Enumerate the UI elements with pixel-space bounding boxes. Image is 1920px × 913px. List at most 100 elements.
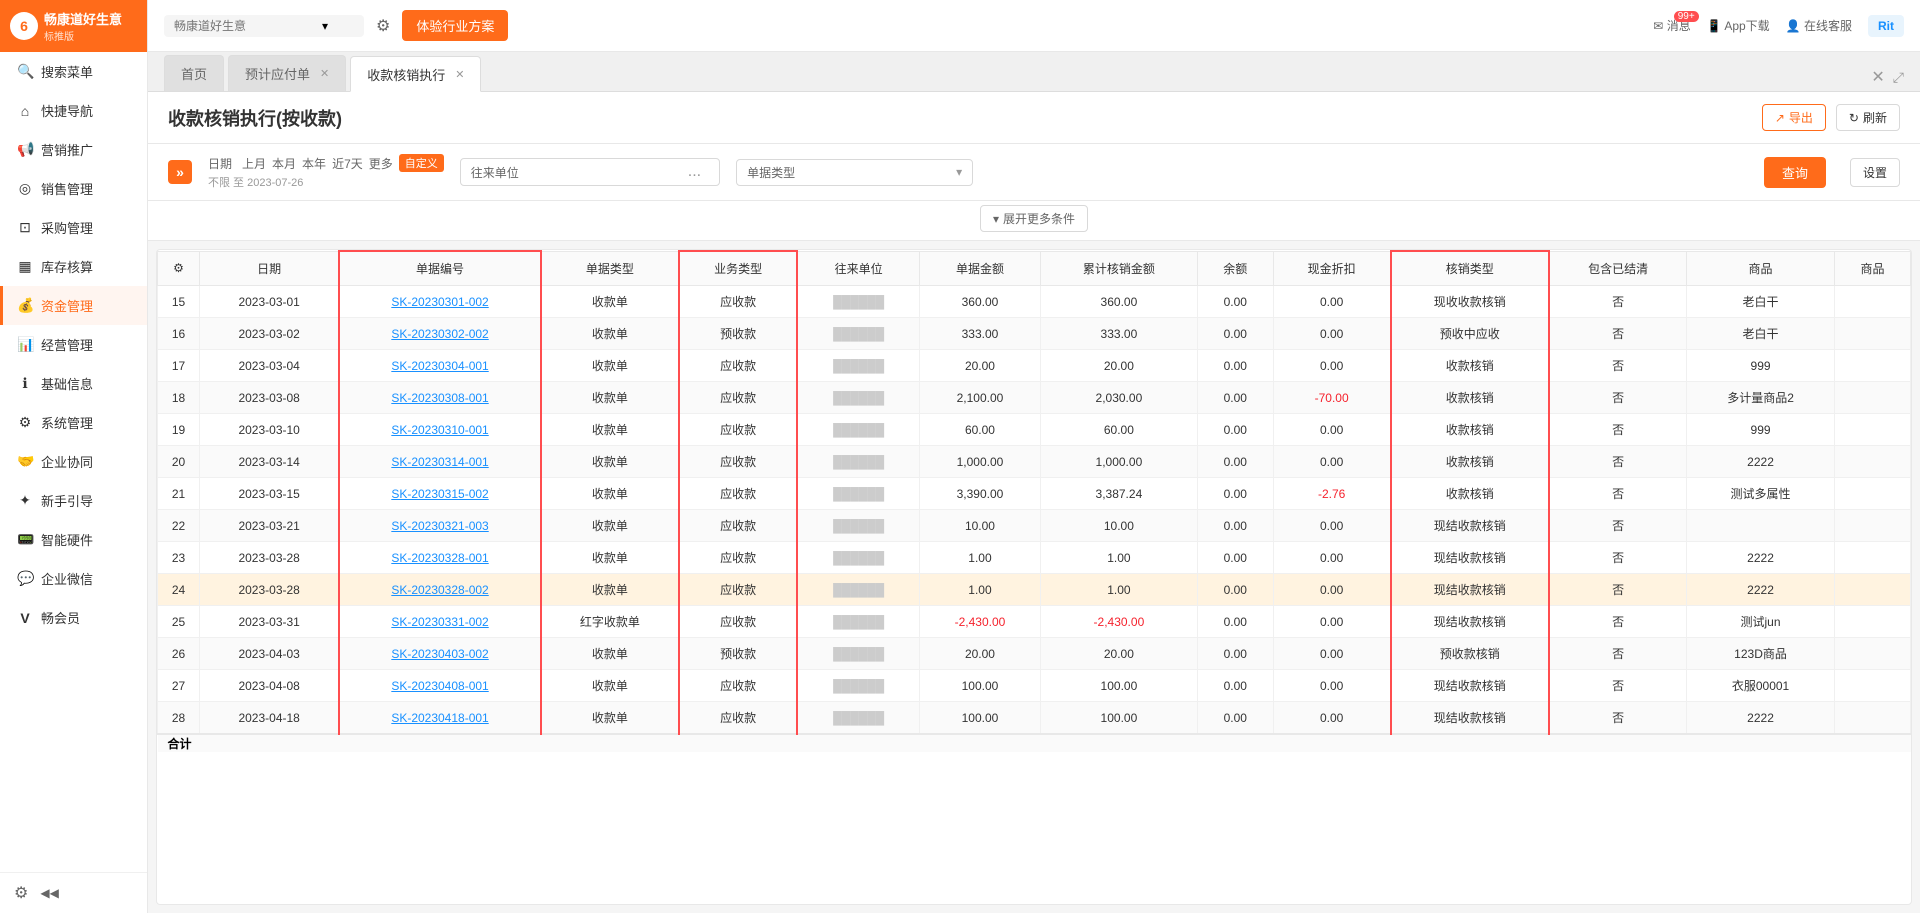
export-button[interactable]: ↗ 导出 [1762, 104, 1826, 131]
cell-date: 2023-03-08 [200, 382, 340, 414]
doc-no-link[interactable]: SK-20230403-002 [391, 647, 488, 661]
sidebar-item-wechat[interactable]: 💬 企业微信 [0, 559, 147, 598]
cell-writeoff-type: 现结收款核销 [1391, 702, 1550, 735]
th-goods2[interactable]: 商品 [1834, 251, 1910, 286]
doc-no-link[interactable]: SK-20230331-002 [391, 615, 488, 629]
doc-no-link[interactable]: SK-20230302-002 [391, 327, 488, 341]
solution-button[interactable]: 体验行业方案 [402, 10, 508, 41]
doc-no-link[interactable]: SK-20230304-001 [391, 359, 488, 373]
sidebar-item-member[interactable]: V 畅会员 [0, 598, 147, 637]
filter-date-7days[interactable]: 近7天 [332, 155, 363, 172]
th-settings[interactable]: ⚙ [158, 251, 200, 286]
user-avatar[interactable]: Rit [1868, 15, 1904, 37]
cell-date: 2023-04-18 [200, 702, 340, 735]
topbar-settings-icon[interactable]: ⚙ [376, 16, 390, 36]
sidebar-item-guide[interactable]: ✦ 新手引导 [0, 481, 147, 520]
cell-goods1: 2222 [1687, 446, 1835, 478]
cell-doc-no: SK-20230315-002 [339, 478, 540, 510]
th-goods1[interactable]: 商品 [1687, 251, 1835, 286]
tab-receipt-close-icon[interactable]: ✕ [455, 68, 464, 81]
doc-no-link[interactable]: SK-20230321-003 [391, 519, 488, 533]
filter-partner-input[interactable]: 往来单位 ... [460, 158, 720, 186]
cell-date: 2023-03-02 [200, 318, 340, 350]
th-writeoff-type[interactable]: 核销类型 [1391, 251, 1550, 286]
sidebar-item-finance[interactable]: 💰 资金管理 [0, 286, 147, 325]
filter-toggle-button[interactable]: » [168, 160, 192, 184]
cell-rowno: 19 [158, 414, 200, 446]
tab-pending-close-icon[interactable]: ✕ [320, 67, 329, 80]
doc-no-link[interactable]: SK-20230418-001 [391, 711, 488, 725]
sidebar-item-operations[interactable]: 📊 经营管理 [0, 325, 147, 364]
tab-receipt-writeoff[interactable]: 收款核销执行 ✕ [350, 56, 481, 92]
tab-home[interactable]: 首页 [164, 55, 224, 91]
th-doc-type[interactable]: 单据类型 [541, 251, 679, 286]
app-download[interactable]: 📱 App下载 [1707, 17, 1770, 34]
tab-close-all-icon[interactable]: ✕ [1871, 67, 1884, 87]
sidebar-item-inventory[interactable]: ▦ 库存核算 [0, 247, 147, 286]
th-partner[interactable]: 往来单位 [797, 251, 919, 286]
cell-writeoff-type: 收款核销 [1391, 350, 1550, 382]
th-amount[interactable]: 单据金额 [919, 251, 1040, 286]
doc-no-link[interactable]: SK-20230315-002 [391, 487, 488, 501]
sidebar-item-search[interactable]: 🔍 搜索菜单 [0, 52, 147, 91]
refresh-button[interactable]: ↻ 刷新 [1836, 104, 1900, 131]
sidebar-item-enterprise[interactable]: 🤝 企业协同 [0, 442, 147, 481]
table-row: 22 2023-03-21 SK-20230321-003 收款单 应收款 ██… [158, 510, 1911, 542]
query-button[interactable]: 查询 [1764, 157, 1826, 188]
filter-doc-type-field[interactable] [801, 165, 956, 179]
member-icon: V [17, 610, 33, 626]
th-balance[interactable]: 余额 [1197, 251, 1273, 286]
th-date[interactable]: 日期 [200, 251, 340, 286]
th-cash-discount[interactable]: 现金折扣 [1273, 251, 1390, 286]
doc-no-link[interactable]: SK-20230328-001 [391, 551, 488, 565]
doc-no-link[interactable]: SK-20230301-002 [391, 295, 488, 309]
filter-partner-dots[interactable]: ... [680, 163, 709, 181]
topbar-dropdown-icon[interactable]: ▾ [322, 19, 328, 33]
doc-no-link[interactable]: SK-20230310-001 [391, 423, 488, 437]
notification-area[interactable]: ✉ 消息 99+ [1653, 17, 1690, 34]
filter-date-this-month[interactable]: 本月 [272, 155, 296, 172]
th-acc-writeoff[interactable]: 累计核销金额 [1040, 251, 1197, 286]
expand-more-button[interactable]: ▾ 展开更多条件 [980, 205, 1088, 232]
th-biz-type[interactable]: 业务类型 [679, 251, 797, 286]
filter-doc-type-dropdown-icon[interactable]: ▾ [956, 165, 962, 179]
sidebar-item-sales[interactable]: ◎ 销售管理 [0, 169, 147, 208]
tab-fullscreen-icon[interactable]: ⤢ [1893, 69, 1904, 86]
page-content: 收款核销执行(按收款) ↗ 导出 ↻ 刷新 » 日期 上月 本月 [148, 92, 1920, 913]
sidebar-item-system[interactable]: ⚙ 系统管理 [0, 403, 147, 442]
sidebar-item-basic[interactable]: ℹ 基础信息 [0, 364, 147, 403]
doc-no-link[interactable]: SK-20230408-001 [391, 679, 488, 693]
cell-inc-settled: 否 [1549, 382, 1686, 414]
cell-partner: ██████ [797, 414, 919, 446]
filter-partner-field[interactable] [525, 165, 680, 179]
cell-balance: 0.00 [1197, 382, 1273, 414]
collapse-icon[interactable]: ◀◀ [40, 886, 58, 900]
hardware-icon: 📟 [17, 531, 33, 548]
sidebar-item-hardware[interactable]: 📟 智能硬件 [0, 520, 147, 559]
cell-rowno: 16 [158, 318, 200, 350]
filter-settings-button[interactable]: 设置 [1850, 158, 1900, 187]
sidebar-item-purchase[interactable]: ⊡ 采购管理 [0, 208, 147, 247]
sidebar-item-quick-nav[interactable]: ⌂ 快捷导航 [0, 91, 147, 130]
filter-date-row: 日期 上月 本月 本年 近7天 更多 自定义 [208, 154, 444, 172]
doc-no-link[interactable]: SK-20230308-001 [391, 391, 488, 405]
filter-date-last-month[interactable]: 上月 [242, 155, 266, 172]
topbar-search-area[interactable]: ▾ [164, 15, 364, 37]
cell-rowno: 18 [158, 382, 200, 414]
doc-no-link[interactable]: SK-20230328-002 [391, 583, 488, 597]
doc-no-link[interactable]: SK-20230314-001 [391, 455, 488, 469]
sidebar-item-marketing[interactable]: 📢 营销推广 [0, 130, 147, 169]
cell-goods2 [1834, 638, 1910, 670]
cell-biz-type: 应收款 [679, 702, 797, 735]
tab-pending-payment[interactable]: 预计应付单 ✕ [228, 55, 346, 91]
table-row: 27 2023-04-08 SK-20230408-001 收款单 应收款 ██… [158, 670, 1911, 702]
th-doc-no[interactable]: 单据编号 [339, 251, 540, 286]
topbar-search-input[interactable] [174, 19, 314, 33]
filter-doc-type-input[interactable]: 单据类型 ▾ [736, 159, 973, 186]
th-inc-settled[interactable]: 包含已结清 [1549, 251, 1686, 286]
online-service[interactable]: 👤 在线客服 [1786, 17, 1852, 34]
filter-date-more[interactable]: 更多 [369, 155, 393, 172]
settings-icon[interactable]: ⚙ [14, 883, 28, 903]
filter-date-this-year[interactable]: 本年 [302, 155, 326, 172]
filter-date-custom[interactable]: 自定义 [399, 154, 444, 172]
